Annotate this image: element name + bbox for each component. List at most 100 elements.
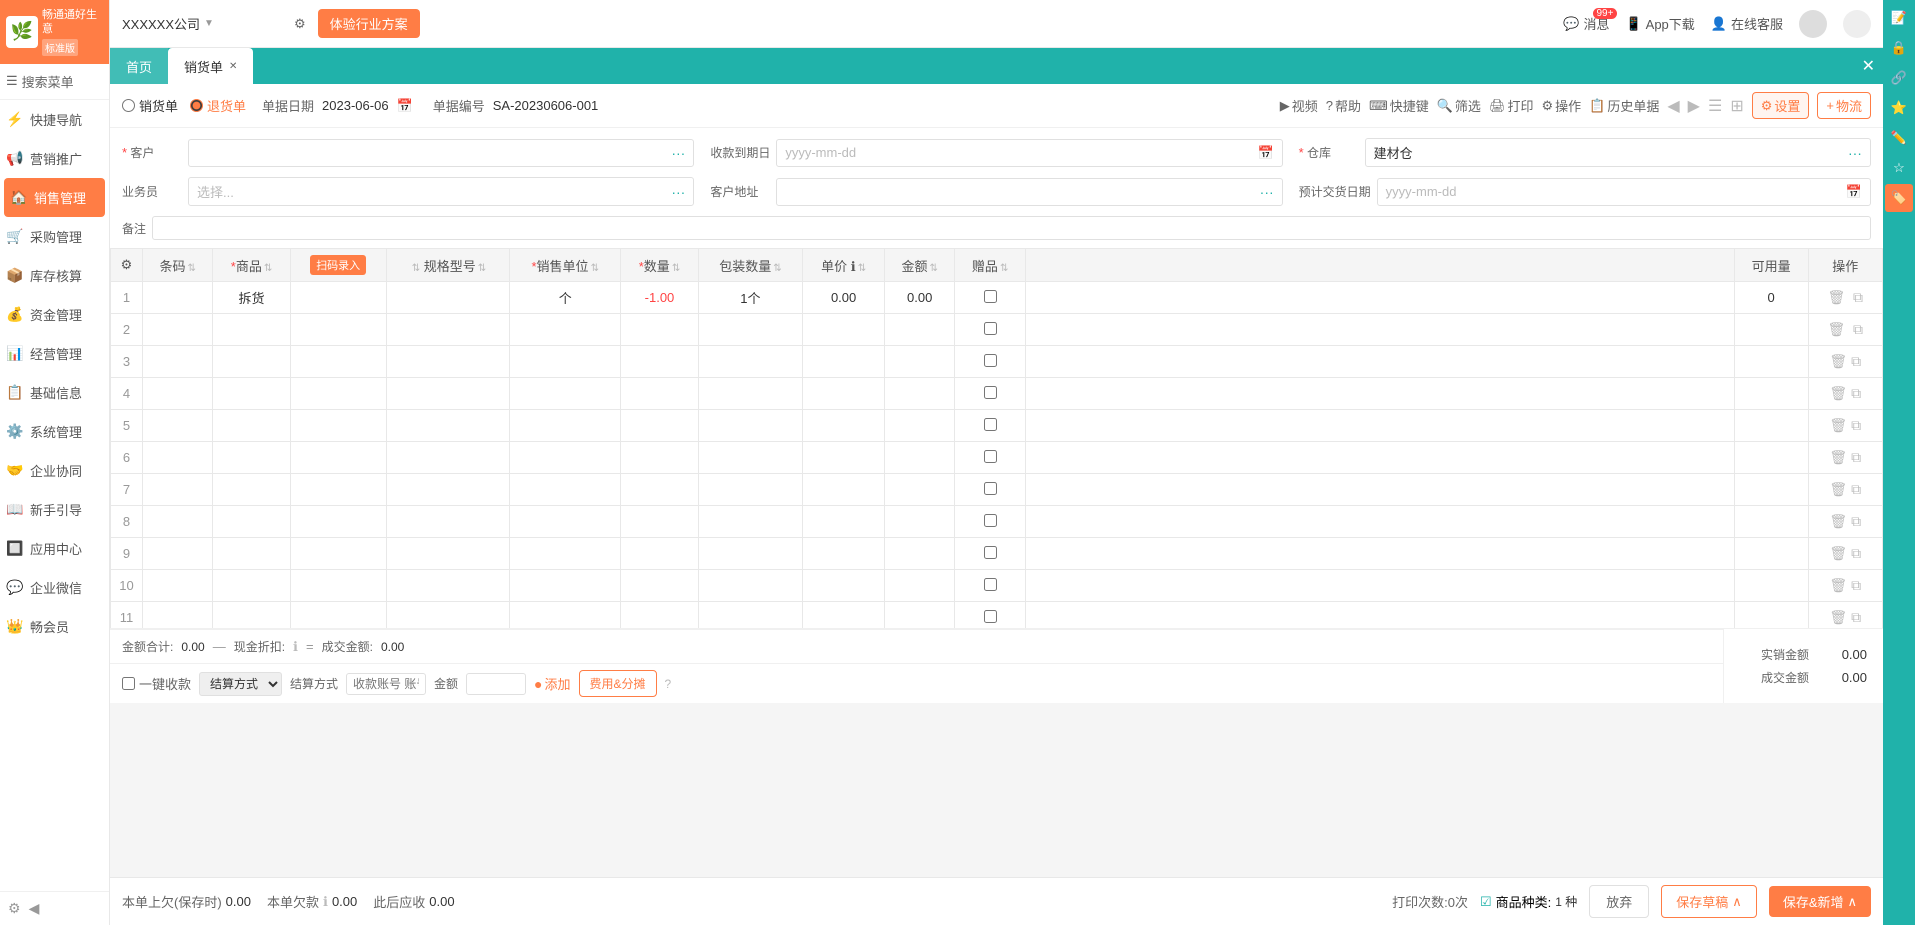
row-gift-1[interactable] [955, 282, 1025, 314]
help-circle-icon[interactable]: ℹ [293, 639, 298, 655]
action-help[interactable]: ? 帮助 [1326, 96, 1361, 115]
row-pack-qty-1[interactable]: 1个 [698, 282, 803, 314]
copy-row-button[interactable]: ⧉ [1849, 543, 1863, 564]
action-operation[interactable]: ⚙ 操作 [1541, 96, 1581, 115]
copy-row-button[interactable]: ⧉ [1849, 351, 1863, 372]
copy-row-button[interactable]: ⧉ [1849, 607, 1863, 628]
payment-account-input[interactable] [346, 673, 426, 695]
action-filter[interactable]: 🔍 筛选 [1437, 96, 1481, 115]
fee-button[interactable]: 费用&分摊 [579, 670, 657, 697]
discard-button[interactable]: 放弃 [1589, 885, 1649, 918]
settings-gear-icon[interactable]: ⚙ [8, 900, 21, 917]
row-amount-2[interactable] [884, 314, 954, 346]
one-click-payment-checkbox[interactable] [122, 677, 135, 690]
row-price-2[interactable] [803, 314, 885, 346]
sidebar-item-enterprise[interactable]: 🤝 企业协同 [0, 451, 109, 490]
copy-row-2-button[interactable]: ⧉ [1851, 319, 1865, 340]
tab-close-icon[interactable]: ✕ [229, 61, 237, 72]
right-panel-favorite-icon[interactable]: ⭐ [1885, 94, 1913, 122]
pagination-prev-icon[interactable]: ◀ [1667, 96, 1679, 116]
delete-row-button[interactable]: 🗑 [1827, 575, 1849, 596]
view-list-icon[interactable]: ☰ [1708, 96, 1722, 116]
sidebar-item-purchase[interactable]: 🛒 采购管理 [0, 217, 109, 256]
copy-row-button[interactable]: ⧉ [1849, 383, 1863, 404]
pagination-next-icon[interactable]: ▶ [1688, 96, 1700, 116]
add-payment-button[interactable]: ● 添加 [534, 674, 570, 693]
th-settings[interactable]: ⚙ [111, 249, 143, 282]
delete-row-1-button[interactable]: 🗑 [1826, 287, 1848, 308]
row-spec-1[interactable] [386, 282, 509, 314]
right-panel-tag-icon[interactable]: 🏷️ [1885, 184, 1913, 212]
save-new-button[interactable]: 保存&新增 ∧ [1769, 886, 1871, 917]
row-unit-2[interactable] [510, 314, 621, 346]
date-calendar-icon[interactable]: 📅 [397, 98, 413, 114]
delete-row-button[interactable]: 🗑 [1827, 511, 1849, 532]
tab-home[interactable]: 首页 [110, 48, 168, 84]
payment-method-select[interactable]: 结算方式 [199, 672, 282, 696]
topbar-settings-icon[interactable]: ⚙ [294, 16, 306, 32]
logistics-button[interactable]: + 物流 [1817, 92, 1871, 119]
warehouse-input[interactable]: 建材仓 ··· [1365, 138, 1871, 167]
action-history[interactable]: 📋 历史单据 [1589, 96, 1659, 115]
copy-row-button[interactable]: ⧉ [1849, 479, 1863, 500]
row-barcode-1[interactable] [143, 282, 213, 314]
row-gift-2[interactable] [955, 314, 1025, 346]
delete-row-button[interactable]: 🗑 [1827, 607, 1849, 628]
sidebar-item-system[interactable]: ⚙️ 系统管理 [0, 412, 109, 451]
delete-row-button[interactable]: 🗑 [1827, 351, 1849, 372]
row-price-1[interactable]: 0.00 [803, 282, 885, 314]
due-date-input[interactable]: yyyy-mm-dd 📅 [776, 139, 1282, 167]
row-amount-1[interactable]: 0.00 [884, 282, 954, 314]
user-avatar-2[interactable] [1843, 10, 1871, 38]
copy-row-button[interactable]: ⧉ [1849, 447, 1863, 468]
delete-row-button[interactable]: 🗑 [1827, 479, 1849, 500]
radio-sales-order[interactable]: 销货单 [122, 96, 178, 115]
row-spec-2[interactable] [386, 314, 509, 346]
right-panel-star-icon[interactable]: ☆ [1885, 154, 1913, 182]
user-avatar[interactable] [1799, 10, 1827, 38]
action-shortcut[interactable]: ⌨ 快捷键 [1369, 96, 1429, 115]
action-video[interactable]: ▶ 视频 [1280, 96, 1318, 115]
customer-address-input[interactable]: ··· [776, 178, 1282, 206]
right-panel-pencil-icon[interactable]: ✏️ [1885, 124, 1913, 152]
sidebar-item-quick-nav[interactable]: ⚡ 快捷导航 [0, 100, 109, 139]
online-service-button[interactable]: 👤 在线客服 [1711, 14, 1783, 33]
sidebar-item-finance[interactable]: 💰 资金管理 [0, 295, 109, 334]
row-unit-1[interactable]: 个 [510, 282, 621, 314]
note-input[interactable] [152, 216, 1871, 240]
product-type-checkbox-icon[interactable]: ☑ [1480, 894, 1492, 910]
sidebar-item-apps[interactable]: 🔲 应用中心 [0, 529, 109, 568]
close-all-tabs-icon[interactable]: ✕ [1862, 58, 1875, 75]
search-menu[interactable]: ☰ 搜索菜单 [0, 64, 109, 100]
delete-row-button[interactable]: 🗑 [1827, 383, 1849, 404]
overdue-help-icon[interactable]: ℹ [323, 894, 328, 910]
sidebar-item-operation[interactable]: 📊 经营管理 [0, 334, 109, 373]
row-barcode-2[interactable] [143, 314, 213, 346]
row-spec-col-1[interactable] [290, 282, 386, 314]
radio-return-order[interactable]: 退货单 [190, 96, 246, 115]
row-pack-qty-2[interactable] [698, 314, 803, 346]
right-panel-lock-icon[interactable]: 🔒 [1885, 34, 1913, 62]
row-quantity-2[interactable] [621, 314, 698, 346]
row-spec-col-2[interactable] [290, 314, 386, 346]
view-grid-icon[interactable]: ⊞ [1730, 96, 1743, 116]
sidebar-item-member[interactable]: 👑 畅会员 [0, 607, 109, 646]
customer-input[interactable]: ··· [188, 139, 694, 167]
trial-button[interactable]: 体验行业方案 [318, 9, 420, 38]
delete-row-2-button[interactable]: 🗑 [1826, 319, 1848, 340]
scan-button[interactable]: 扫码录入 [310, 255, 366, 275]
company-selector[interactable]: XXXXXX公司 ▼ [122, 14, 282, 33]
payment-amount-input[interactable] [466, 673, 526, 695]
one-click-payment-label[interactable]: 一键收款 [122, 674, 191, 693]
save-draft-button[interactable]: 保存草稿 ∧ [1661, 885, 1757, 918]
delete-row-button[interactable]: 🗑 [1827, 543, 1849, 564]
action-print[interactable]: 🖨 打印 [1489, 96, 1534, 115]
table-scroll[interactable]: ⚙ 条码⇅ *商品⇅ 扫码录入 ⇅ 规格型号⇅ *销售单位⇅ *数量⇅ 包装数量… [110, 248, 1883, 628]
message-button[interactable]: 💬 消息 99+ [1563, 14, 1609, 33]
right-panel-link-icon[interactable]: 🔗 [1885, 64, 1913, 92]
right-panel-edit-icon[interactable]: 📝 [1885, 4, 1913, 32]
copy-row-button[interactable]: ⧉ [1849, 511, 1863, 532]
sidebar-collapse-icon[interactable]: ◀ [29, 900, 40, 917]
row-product-1[interactable]: 拆货 [213, 282, 290, 314]
sidebar-item-guide[interactable]: 📖 新手引导 [0, 490, 109, 529]
